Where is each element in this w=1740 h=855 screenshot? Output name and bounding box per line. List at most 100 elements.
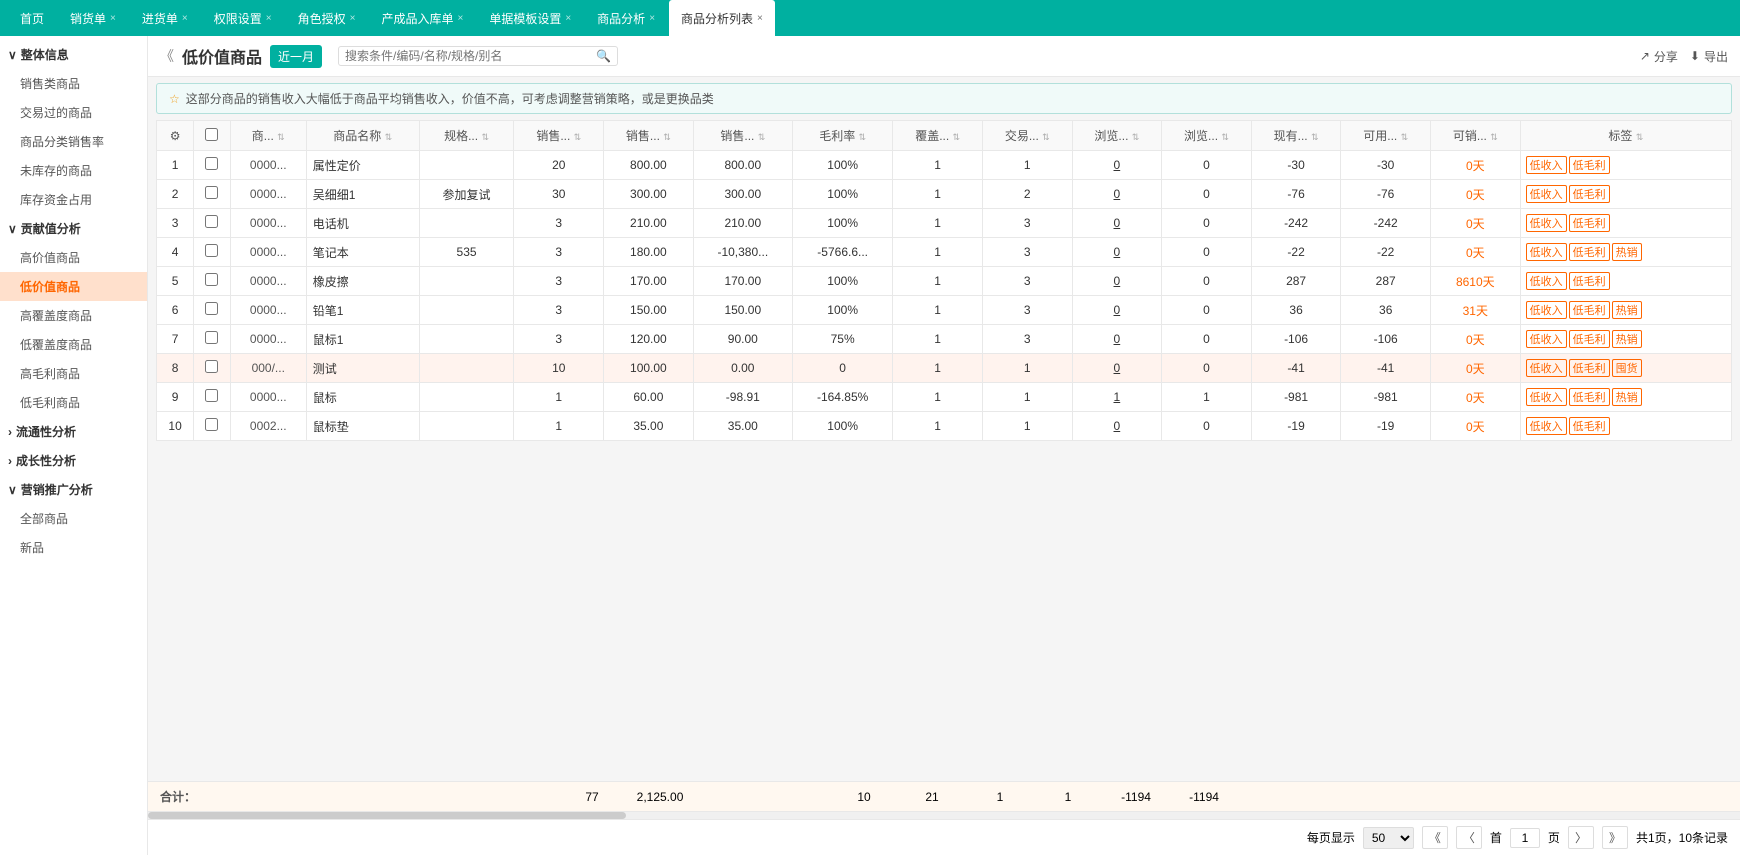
row-checkbox[interactable] xyxy=(205,186,218,199)
nav-purchase-order[interactable]: 进货单 × xyxy=(130,0,200,36)
close-icon[interactable]: × xyxy=(457,13,463,24)
sidebar-item-sales-goods[interactable]: 销售类商品 xyxy=(0,69,147,98)
nav-role-auth[interactable]: 角色授权 × xyxy=(286,0,368,36)
share-button[interactable]: ↗ 分享 xyxy=(1640,48,1678,65)
cell-checkbox[interactable] xyxy=(194,412,231,441)
nav-permission-settings[interactable]: 权限设置 × xyxy=(202,0,284,36)
nav-product-analysis[interactable]: 商品分析 × xyxy=(585,0,667,36)
cell-view1[interactable]: 0 xyxy=(1072,267,1162,296)
cell-checkbox[interactable] xyxy=(194,354,231,383)
last-page-button[interactable]: 》 xyxy=(1602,826,1628,849)
search-input[interactable] xyxy=(345,49,592,63)
prev-page-button[interactable]: 〈 xyxy=(1456,826,1482,849)
first-page-button[interactable]: 《 xyxy=(1422,826,1448,849)
view1-link[interactable]: 0 xyxy=(1114,245,1121,259)
sidebar-item-no-stock-goods[interactable]: 未库存的商品 xyxy=(0,156,147,185)
sidebar-item-high-coverage[interactable]: 高覆盖度商品 xyxy=(0,301,147,330)
close-icon[interactable]: × xyxy=(266,13,272,24)
cell-checkbox[interactable] xyxy=(194,151,231,180)
cell-checkbox[interactable] xyxy=(194,325,231,354)
nav-template-settings[interactable]: 单据模板设置 × xyxy=(477,0,583,36)
table-container[interactable]: ⚙ 商... ⇅ 商品名称 ⇅ 规格... ⇅ 销售... ⇅ 销售... ⇅ … xyxy=(148,120,1740,781)
cell-view1[interactable]: 0 xyxy=(1072,412,1162,441)
close-icon[interactable]: × xyxy=(565,13,571,24)
col-settings[interactable]: ⚙ xyxy=(157,121,194,151)
nav-product-analysis-list[interactable]: 商品分析列表 × xyxy=(669,0,775,36)
sidebar-item-low-coverage[interactable]: 低覆盖度商品 xyxy=(0,330,147,359)
cell-view1[interactable]: 0 xyxy=(1072,151,1162,180)
sidebar-item-all-goods[interactable]: 全部商品 xyxy=(0,504,147,533)
sidebar-section-overall[interactable]: ∨ 整体信息 xyxy=(0,40,147,69)
row-checkbox[interactable] xyxy=(205,273,218,286)
nav-home[interactable]: 首页 xyxy=(8,0,56,36)
cell-view1[interactable]: 0 xyxy=(1072,238,1162,267)
cell-view1[interactable]: 0 xyxy=(1072,180,1162,209)
sidebar-item-low-value[interactable]: 低价值商品 xyxy=(0,272,147,301)
select-all-checkbox[interactable] xyxy=(205,128,218,141)
view1-link[interactable]: 1 xyxy=(1114,390,1121,404)
view1-link[interactable]: 0 xyxy=(1114,187,1121,201)
sidebar-item-stock-capital[interactable]: 库存资金占用 xyxy=(0,185,147,214)
row-checkbox[interactable] xyxy=(205,157,218,170)
cell-checkbox[interactable] xyxy=(194,238,231,267)
per-page-select[interactable]: 50 100 200 xyxy=(1363,827,1414,849)
cell-margin: 0 xyxy=(792,354,892,383)
cell-saleable-days: 31天 xyxy=(1431,296,1521,325)
row-checkbox[interactable] xyxy=(205,418,218,431)
sidebar-section-contribution[interactable]: ∨ 贡献值分析 xyxy=(0,214,147,243)
cell-amount: 300.00 xyxy=(604,180,694,209)
view1-link[interactable]: 0 xyxy=(1114,419,1121,433)
cell-checkbox[interactable] xyxy=(194,267,231,296)
close-icon[interactable]: × xyxy=(649,13,655,24)
view1-link[interactable]: 0 xyxy=(1114,303,1121,317)
close-icon[interactable]: × xyxy=(350,13,356,24)
row-checkbox[interactable] xyxy=(205,331,218,344)
search-icon[interactable]: 🔍 xyxy=(596,49,611,63)
page-number-input[interactable] xyxy=(1510,828,1540,848)
close-icon[interactable]: × xyxy=(182,13,188,24)
row-checkbox[interactable] xyxy=(205,302,218,315)
nav-sales-order[interactable]: 销货单 × xyxy=(58,0,128,36)
row-checkbox[interactable] xyxy=(205,389,218,402)
view1-link[interactable]: 0 xyxy=(1114,216,1121,230)
sidebar-item-high-profit[interactable]: 高毛利商品 xyxy=(0,359,147,388)
cell-view1[interactable]: 0 xyxy=(1072,296,1162,325)
period-button[interactable]: 近一月 xyxy=(270,45,322,68)
page-suffix: 页 xyxy=(1548,829,1560,846)
cell-view1[interactable]: 0 xyxy=(1072,325,1162,354)
cell-code: 0000... xyxy=(230,238,306,267)
horizontal-scrollbar[interactable] xyxy=(148,811,1740,819)
sidebar-section-circulation[interactable]: › 流通性分析 xyxy=(0,417,147,446)
view1-link[interactable]: 0 xyxy=(1114,332,1121,346)
row-checkbox[interactable] xyxy=(205,215,218,228)
close-icon[interactable]: × xyxy=(110,13,116,24)
view1-link[interactable]: 0 xyxy=(1114,274,1121,288)
cell-checkbox[interactable] xyxy=(194,180,231,209)
cell-view1[interactable]: 0 xyxy=(1072,209,1162,238)
sidebar-item-new-goods[interactable]: 新品 xyxy=(0,533,147,562)
cell-checkbox[interactable] xyxy=(194,296,231,325)
table-row: 6 0000... 铅笔1 3 150.00 150.00 100% 1 3 0… xyxy=(157,296,1732,325)
cell-view1[interactable]: 0 xyxy=(1072,354,1162,383)
sidebar-section-growth[interactable]: › 成长性分析 xyxy=(0,446,147,475)
cell-checkbox[interactable] xyxy=(194,383,231,412)
view1-link[interactable]: 0 xyxy=(1114,158,1121,172)
next-page-button[interactable]: 〉 xyxy=(1568,826,1594,849)
nav-product-inbound[interactable]: 产成品入库单 × xyxy=(369,0,475,36)
row-checkbox[interactable] xyxy=(205,244,218,257)
close-icon[interactable]: × xyxy=(757,13,763,24)
sidebar-item-category-sales-rate[interactable]: 商品分类销售率 xyxy=(0,127,147,156)
sidebar-item-traded-goods[interactable]: 交易过的商品 xyxy=(0,98,147,127)
sidebar-item-high-value[interactable]: 高价值商品 xyxy=(0,243,147,272)
scrollbar-thumb[interactable] xyxy=(148,812,626,819)
col-checkbox[interactable] xyxy=(194,121,231,151)
cell-checkbox[interactable] xyxy=(194,209,231,238)
view1-link[interactable]: 0 xyxy=(1114,361,1121,375)
sidebar-item-low-profit[interactable]: 低毛利商品 xyxy=(0,388,147,417)
row-checkbox[interactable] xyxy=(205,360,218,373)
cell-qty: 10 xyxy=(514,354,604,383)
collapse-icon[interactable]: 《 xyxy=(160,46,174,66)
export-button[interactable]: ⬇ 导出 xyxy=(1690,48,1728,65)
cell-view1[interactable]: 1 xyxy=(1072,383,1162,412)
sidebar-section-marketing[interactable]: ∨ 营销推广分析 xyxy=(0,475,147,504)
